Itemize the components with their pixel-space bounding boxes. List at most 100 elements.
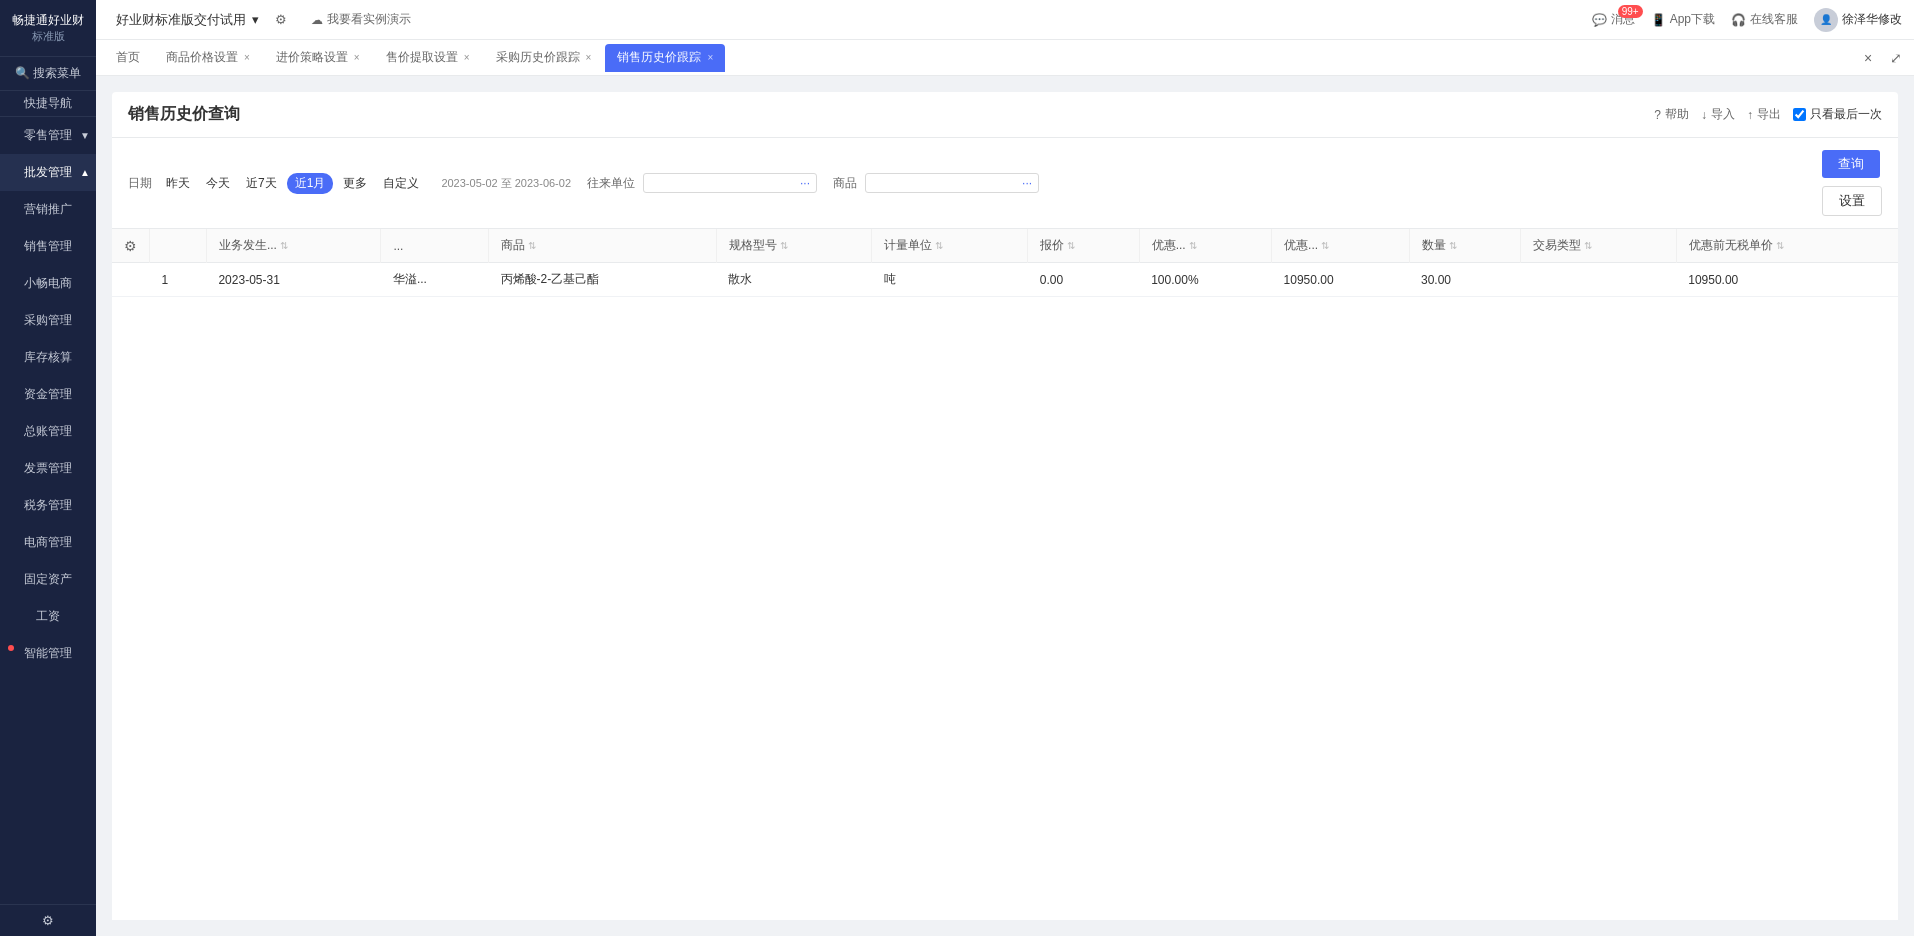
- tab-label: 售价提取设置: [386, 49, 458, 66]
- tab-sale-price-extract[interactable]: 售价提取设置 ×: [374, 44, 482, 72]
- sidebar-item-wholesale[interactable]: 批发管理 ▲: [0, 154, 96, 191]
- from-unit-more-btn[interactable]: ···: [800, 176, 810, 190]
- date-more[interactable]: 更多: [337, 173, 373, 194]
- last-only-checkbox[interactable]: [1793, 108, 1806, 121]
- export-link[interactable]: ↑ 导出: [1747, 106, 1781, 123]
- sidebar-item-tax[interactable]: 税务管理: [0, 487, 96, 524]
- pretax-price-col-header[interactable]: 优惠前无税单价 ⇅: [1689, 237, 1886, 254]
- sidebar-search[interactable]: 🔍 搜索菜单: [0, 57, 96, 91]
- sort-icon[interactable]: ⇅: [935, 240, 943, 251]
- date-yesterday[interactable]: 昨天: [160, 173, 196, 194]
- demo-label: 我要看实例演示: [327, 11, 411, 28]
- setting-button[interactable]: 设置: [1822, 186, 1882, 216]
- tab-price-settings[interactable]: 商品价格设置 ×: [154, 44, 262, 72]
- sidebar-item-retail[interactable]: 零售管理 ▼: [0, 117, 96, 154]
- page-header: 销售历史价查询 ? 帮助 ↓ 导入 ↑ 导出 只看最后一次: [112, 92, 1898, 138]
- sidebar-item-label: 智能管理: [24, 645, 72, 662]
- biz-date-col-header[interactable]: 业务发生... ⇅: [219, 237, 368, 254]
- sidebar-quick-nav[interactable]: 快捷导航: [0, 91, 96, 117]
- cloud-icon: ☁: [311, 13, 323, 27]
- window-maximize-button[interactable]: ⤢: [1886, 48, 1906, 68]
- headset-icon: 🎧: [1731, 13, 1746, 27]
- help-link[interactable]: ? 帮助: [1654, 106, 1689, 123]
- tab-sales-history[interactable]: 销售历史价跟踪 ×: [605, 44, 725, 72]
- sidebar-item-ledger[interactable]: 总账管理: [0, 413, 96, 450]
- spec-col-header[interactable]: 规格型号 ⇅: [729, 237, 860, 254]
- col-price-label: 报价: [1040, 237, 1064, 254]
- sort-icon[interactable]: ⇅: [280, 240, 288, 251]
- sidebar-settings[interactable]: ⚙: [0, 904, 96, 936]
- online-service-button[interactable]: 🎧 在线客服: [1731, 11, 1798, 28]
- sort-icon[interactable]: ⇅: [1584, 240, 1592, 251]
- tab-close-icon[interactable]: ×: [464, 52, 470, 63]
- date-custom[interactable]: 自定义: [377, 173, 425, 194]
- sort-icon[interactable]: ⇅: [780, 240, 788, 251]
- tab-price-strategy[interactable]: 进价策略设置 ×: [264, 44, 372, 72]
- more-col-header[interactable]: ...: [393, 239, 476, 253]
- discount2-col-header[interactable]: 优惠... ⇅: [1284, 237, 1396, 254]
- logo-sub: 标准版: [8, 29, 88, 44]
- sidebar-item-label: 总账管理: [24, 423, 72, 440]
- window-controls: × ⤢: [1858, 48, 1906, 68]
- tab-close-icon[interactable]: ×: [707, 52, 713, 63]
- sort-icon[interactable]: ⇅: [1067, 240, 1075, 251]
- data-table: ⚙ 业务发生... ⇅ ...: [112, 229, 1898, 297]
- user-menu-button[interactable]: 👤 徐泽华修改: [1814, 8, 1902, 32]
- sidebar-item-sales[interactable]: 销售管理: [0, 228, 96, 265]
- from-unit-input[interactable]: [650, 176, 800, 190]
- cell-unit: 吨: [872, 263, 1028, 297]
- import-link[interactable]: ↓ 导入: [1701, 106, 1735, 123]
- sidebar-item-inventory[interactable]: 库存核算: [0, 339, 96, 376]
- sidebar-item-invoice[interactable]: 发票管理: [0, 450, 96, 487]
- tab-close-icon[interactable]: ×: [354, 52, 360, 63]
- window-close-button[interactable]: ×: [1858, 48, 1878, 68]
- demo-link[interactable]: ☁ 我要看实例演示: [311, 11, 411, 28]
- product-col-header[interactable]: 商品 ⇅: [501, 237, 704, 254]
- app-selector[interactable]: 好业财标准版交付试用 ▾: [108, 7, 267, 33]
- tab-close-icon[interactable]: ×: [586, 52, 592, 63]
- user-name: 徐泽华修改: [1842, 11, 1902, 28]
- product-input[interactable]: [872, 176, 1022, 190]
- date-today[interactable]: 今天: [200, 173, 236, 194]
- column-settings-icon[interactable]: ⚙: [124, 238, 137, 254]
- query-button[interactable]: 查询: [1822, 150, 1880, 178]
- topbar-settings-button[interactable]: ⚙: [267, 6, 295, 34]
- sidebar-item-smart[interactable]: 智能管理: [0, 635, 96, 672]
- sort-icon[interactable]: ⇅: [1776, 240, 1784, 251]
- tab-home-label: 首页: [116, 49, 140, 66]
- messages-button[interactable]: 💬 消息 99+: [1592, 11, 1635, 28]
- unit-col-header[interactable]: 计量单位 ⇅: [884, 237, 1015, 254]
- price-col-header[interactable]: 报价 ⇅: [1040, 237, 1126, 254]
- date-range-display: 2023-05-02 至 2023-06-02: [441, 176, 571, 191]
- last-only-checkbox-label[interactable]: 只看最后一次: [1793, 106, 1882, 123]
- app-download-button[interactable]: 📱 App下载: [1651, 11, 1715, 28]
- col-quantity-label: 数量: [1422, 237, 1446, 254]
- sidebar-item-assets[interactable]: 固定资产: [0, 561, 96, 598]
- sidebar-item-capital[interactable]: 资金管理: [0, 376, 96, 413]
- sort-icon[interactable]: ⇅: [528, 240, 536, 251]
- sidebar-item-label: 库存核算: [24, 349, 72, 366]
- sidebar-item-purchase[interactable]: 采购管理: [0, 302, 96, 339]
- sidebar-item-salary[interactable]: 工资: [0, 598, 96, 635]
- tab-close-icon[interactable]: ×: [244, 52, 250, 63]
- chevron-up-icon: ▲: [80, 167, 90, 178]
- date-last1m[interactable]: 近1月: [287, 173, 334, 194]
- tab-home[interactable]: 首页: [104, 44, 152, 72]
- date-last7[interactable]: 近7天: [240, 173, 283, 194]
- tab-purchase-history[interactable]: 采购历史价跟踪 ×: [484, 44, 604, 72]
- sidebar-item-ecom-small[interactable]: 小畅电商: [0, 265, 96, 302]
- col-spec-label: 规格型号: [729, 237, 777, 254]
- sidebar-item-ecom[interactable]: 电商管理: [0, 524, 96, 561]
- sort-icon[interactable]: ⇅: [1189, 240, 1197, 251]
- sort-icon[interactable]: ⇅: [1321, 240, 1329, 251]
- sidebar-item-label: 零售管理: [24, 127, 72, 144]
- sidebar-item-label: 小畅电商: [24, 275, 72, 292]
- discount1-col-header[interactable]: 优惠... ⇅: [1152, 237, 1259, 254]
- sidebar-item-marketing[interactable]: 营销推广: [0, 191, 96, 228]
- quantity-col-header[interactable]: 数量 ⇅: [1422, 237, 1508, 254]
- product-more-btn[interactable]: ···: [1022, 176, 1032, 190]
- tx-type-col-header[interactable]: 交易类型 ⇅: [1533, 237, 1664, 254]
- app-selector-label: 好业财标准版交付试用: [116, 11, 246, 29]
- sort-icon[interactable]: ⇅: [1449, 240, 1457, 251]
- user-icon: 👤: [1820, 14, 1832, 25]
